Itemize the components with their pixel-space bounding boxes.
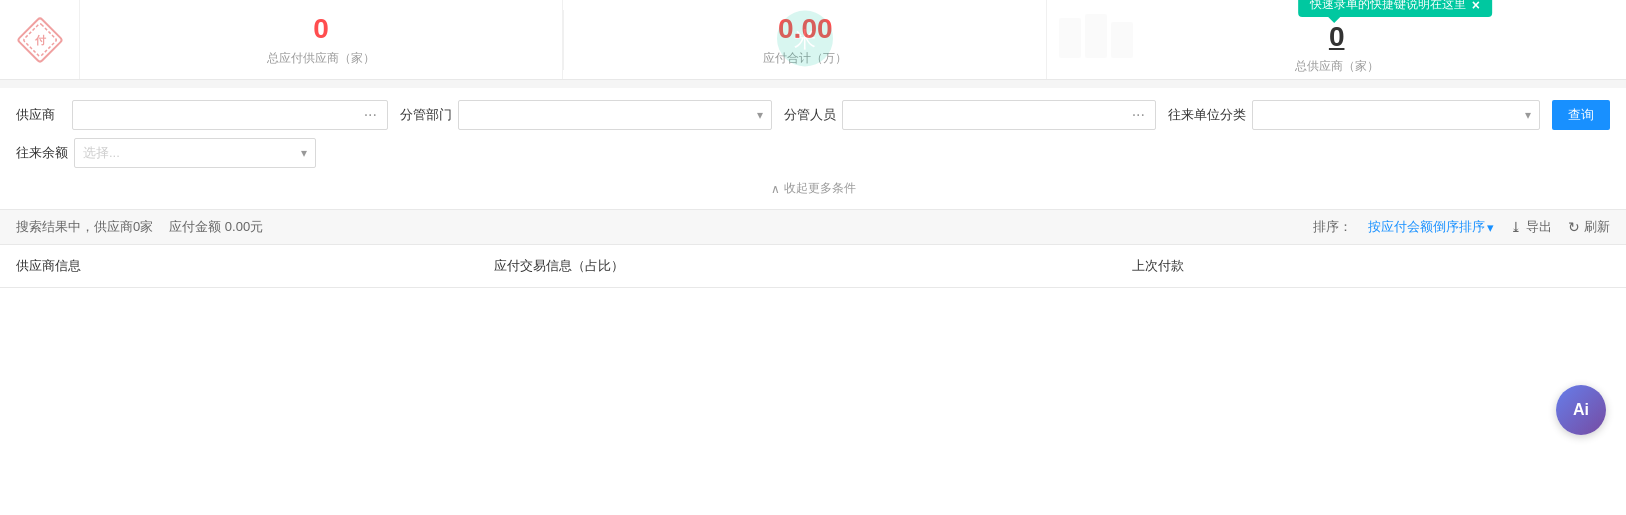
tooltip-text: 快速录单的快捷键说明在这里 [1310, 0, 1466, 13]
stat-payable-total-label: 应付合计（万） [763, 50, 847, 67]
person-dots-btn[interactable]: ··· [1130, 106, 1147, 124]
filter-department: 分管部门 ▾ [400, 100, 772, 130]
sort-text: 按应付会额倒序排序 [1368, 218, 1485, 236]
collapse-label: 收起更多条件 [784, 180, 856, 197]
results-count: 搜索结果中，供应商0家 [16, 218, 153, 236]
collapse-row: ∧ 收起更多条件 [16, 176, 1610, 201]
svg-rect-5 [1059, 18, 1081, 58]
collapse-arrow-icon: ∧ [771, 182, 780, 196]
sort-value-btn[interactable]: 按应付会额倒序排序 ▾ [1368, 218, 1494, 236]
export-icon: ⤓ [1510, 219, 1522, 235]
supplier-input[interactable] [81, 108, 358, 123]
stats-bar: 付 0 总应付供应商（家） 米 0.00 应付合计（万） [0, 0, 1626, 80]
unit-class-dropdown-icon[interactable]: ▾ [1525, 108, 1531, 122]
refresh-label: 刷新 [1584, 218, 1610, 236]
results-amount: 应付金额 0.00元 [169, 218, 263, 236]
person-input[interactable] [851, 108, 1126, 123]
sort-dropdown-icon: ▾ [1487, 220, 1494, 235]
department-dropdown-icon[interactable]: ▾ [757, 108, 763, 122]
collapse-button[interactable]: ∧ 收起更多条件 [759, 176, 868, 201]
export-label: 导出 [1526, 218, 1552, 236]
stat-payable-suppliers-value: 0 [313, 12, 329, 46]
unit-class-label: 往来单位分类 [1168, 106, 1246, 124]
logo-area: 付 [0, 0, 80, 79]
export-button[interactable]: ⤓ 导出 [1510, 218, 1552, 236]
filter-unit-class: 往来单位分类 ▾ [1168, 100, 1540, 130]
table-header-col2: 应付交易信息（占比） [494, 257, 1132, 275]
unit-class-select[interactable]: ▾ [1252, 100, 1540, 130]
results-actions: 排序： 按应付会额倒序排序 ▾ ⤓ 导出 ↻ 刷新 [1313, 218, 1610, 236]
department-label: 分管部门 [400, 106, 452, 124]
tooltip-wrapper: 快速录单的快捷键说明在这里 × [1304, 4, 1370, 12]
stat-total-suppliers-value: 0 [1329, 20, 1345, 54]
diamond-icon: 付 [16, 16, 64, 64]
supplier-input-wrapper[interactable]: ··· [72, 100, 388, 130]
sort-label: 排序： [1313, 218, 1352, 236]
stat-total-suppliers: 快速录单的快捷键说明在这里 × 0 总供应商（家） [1047, 0, 1626, 79]
svg-text:付: 付 [33, 34, 46, 46]
results-summary: 搜索结果中，供应商0家 应付金额 0.00元 [16, 218, 263, 236]
ai-badge-button[interactable]: Ai [1556, 385, 1606, 435]
svg-rect-7 [1111, 22, 1133, 58]
table-header: 供应商信息 应付交易信息（占比） 上次付款 [0, 245, 1626, 288]
tooltip-bubble: 快速录单的快捷键说明在这里 × [1298, 0, 1492, 17]
balance-select[interactable]: 选择... ▾ [74, 138, 316, 168]
filter-row-1: 供应商 ··· 分管部门 ▾ 分管人员 ··· 往来单位分类 [16, 100, 1610, 130]
svg-rect-6 [1085, 14, 1107, 58]
balance-label: 往来余额 [16, 144, 68, 162]
table-header-col3: 上次付款 [1132, 257, 1610, 275]
balance-dropdown-icon[interactable]: ▾ [301, 146, 307, 160]
table-body [0, 288, 1626, 515]
filter-person: 分管人员 ··· [784, 100, 1156, 130]
filter-balance: 往来余额 选择... ▾ [16, 138, 316, 168]
stat-payable-suppliers-label: 总应付供应商（家） [267, 50, 375, 67]
query-button[interactable]: 查询 [1552, 100, 1610, 130]
person-input-wrapper[interactable]: ··· [842, 100, 1156, 130]
table-header-col1: 供应商信息 [16, 257, 494, 275]
ai-badge-label: Ai [1573, 401, 1589, 419]
stat-payable-total-value: 0.00 [778, 12, 833, 46]
bg-supplier-icons [1057, 8, 1137, 71]
balance-placeholder: 选择... [83, 144, 120, 162]
filter-row-2: 往来余额 选择... ▾ [16, 138, 316, 168]
stat-total-suppliers-label: 总供应商（家） [1295, 58, 1379, 75]
person-label: 分管人员 [784, 106, 836, 124]
filter-supplier: 供应商 ··· [16, 100, 388, 130]
refresh-button[interactable]: ↻ 刷新 [1568, 218, 1610, 236]
stat-payable-total: 米 0.00 应付合计（万） [564, 0, 1047, 79]
supplier-label: 供应商 [16, 106, 66, 124]
refresh-icon: ↻ [1568, 219, 1580, 235]
tooltip-close-btn[interactable]: × [1472, 0, 1480, 13]
results-bar: 搜索结果中，供应商0家 应付金额 0.00元 排序： 按应付会额倒序排序 ▾ ⤓… [0, 210, 1626, 245]
stat-total-payable-suppliers: 0 总应付供应商（家） [80, 0, 563, 79]
department-select[interactable]: ▾ [458, 100, 772, 130]
supplier-dots-btn[interactable]: ··· [362, 106, 379, 124]
table-area: 供应商信息 应付交易信息（占比） 上次付款 [0, 245, 1626, 515]
filter-area: 供应商 ··· 分管部门 ▾ 分管人员 ··· 往来单位分类 [0, 88, 1626, 210]
